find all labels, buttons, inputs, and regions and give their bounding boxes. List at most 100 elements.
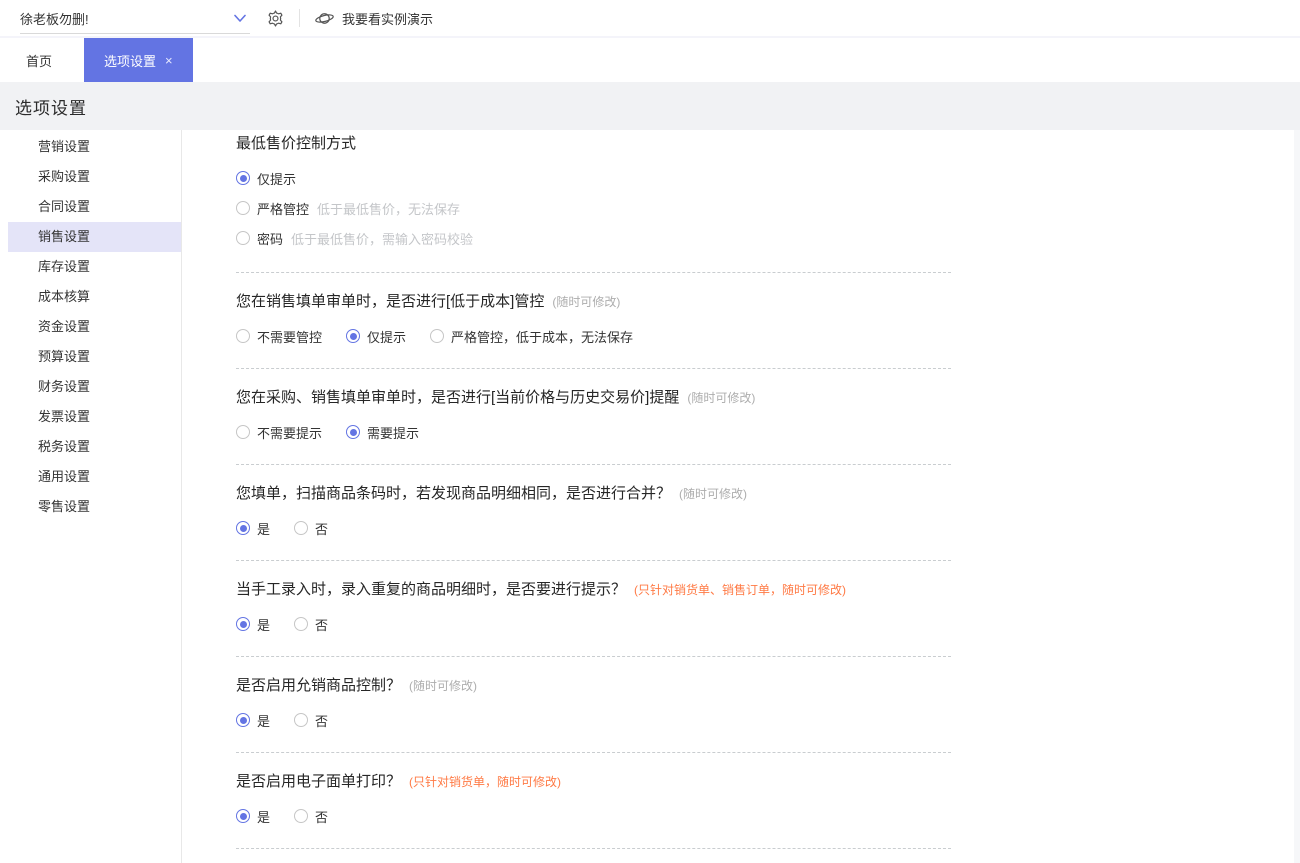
- radio-option[interactable]: 是: [236, 806, 270, 826]
- sidebar-item[interactable]: 财务设置: [8, 372, 181, 402]
- page-title-band: 选项设置: [0, 82, 1300, 130]
- radio-label: 严格管控: [257, 201, 310, 217]
- tab-label: 选项设置: [104, 53, 157, 69]
- settings-panel: 最低售价控制方式 仅提示 严格管控 低于最低售价，无法保存 密码 低于最低售价，需输入密码…: [182, 130, 951, 863]
- demo-link[interactable]: 我要看实例演示: [314, 9, 433, 28]
- option-group: 是否: [236, 614, 951, 634]
- radio-icon[interactable]: [236, 171, 250, 185]
- chevron-down-icon: [234, 14, 246, 22]
- radio-hint: 低于最低售价，无法保存: [317, 201, 461, 217]
- radio-label: 是: [257, 713, 271, 729]
- radio-label: 密码: [257, 231, 284, 247]
- tab-label: 首页: [26, 53, 53, 69]
- radio-option[interactable]: 严格管控 低于最低售价，无法保存: [236, 198, 951, 218]
- option-group: 不需要提示 需要提示: [236, 422, 951, 442]
- radio-option[interactable]: 需要提示: [346, 422, 419, 442]
- content-area: 营销设置 采购设置 合同设置 销售设置 库存设置 成本核算 资金设置 预算设置 财务设置 发票设置…: [0, 130, 1300, 863]
- scrollbar[interactable]: [1294, 130, 1300, 863]
- settings-section: 最低售价控制方式 仅提示 严格管控 低于最低售价，无法保存 密码 低于最低售价，需输入密码…: [236, 134, 951, 273]
- radio-label: 需要提示: [367, 425, 420, 441]
- tab-bar: 首页 选项设置 ×: [0, 38, 1300, 82]
- radio-icon[interactable]: [236, 329, 250, 343]
- radio-label: 仅提示: [367, 329, 407, 345]
- section-title-row: 是否启用允销商品控制？ (随时可修改): [236, 676, 951, 696]
- sidebar-item[interactable]: 零售设置: [8, 492, 181, 522]
- radio-icon[interactable]: [236, 521, 250, 535]
- radio-hint: 低于最低售价，需输入密码校验: [291, 231, 474, 247]
- close-icon[interactable]: ×: [165, 54, 173, 67]
- radio-option[interactable]: 严格管控，低于成本，无法保存: [430, 326, 633, 346]
- radio-option[interactable]: 否: [294, 518, 328, 538]
- settings-button[interactable]: [266, 9, 285, 28]
- tab-home[interactable]: 首页: [12, 38, 66, 82]
- radio-icon[interactable]: [294, 617, 309, 631]
- sidebar-item[interactable]: 预算设置: [8, 342, 181, 372]
- radio-label: 否: [315, 809, 329, 825]
- radio-icon[interactable]: [346, 425, 361, 439]
- radio-label: 不需要管控: [257, 329, 323, 345]
- section-title-row: 当手工录入时，录入重复的商品明细时，是否要进行提示？ (只针对销货单、销售订单，随…: [236, 580, 951, 600]
- radio-icon[interactable]: [236, 713, 250, 727]
- radio-option[interactable]: 是: [236, 614, 270, 634]
- topbar-divider: [299, 9, 300, 27]
- section-title: 是否启用电子面单打印？: [236, 773, 402, 790]
- radio-option[interactable]: 否: [294, 710, 328, 730]
- sidebar-item[interactable]: 库存设置: [8, 252, 181, 282]
- section-hint: (随时可修改): [409, 679, 478, 693]
- radio-label: 不需要提示: [257, 425, 323, 441]
- section-title: 您填单，扫描商品条码时，若发现商品明细相同，是否进行合并？: [236, 485, 672, 502]
- section-hint: (随时可修改): [687, 391, 756, 405]
- radio-option[interactable]: 是: [236, 710, 270, 730]
- company-selector[interactable]: 徐老板勿删!: [20, 4, 250, 34]
- radio-icon[interactable]: [294, 713, 309, 727]
- radio-icon[interactable]: [236, 201, 250, 215]
- radio-icon[interactable]: [236, 809, 250, 823]
- section-hint: (随时可修改): [679, 487, 748, 501]
- radio-icon[interactable]: [346, 329, 361, 343]
- section-title: 您在销售填单审单时，是否进行[低于成本]管控: [236, 293, 545, 310]
- radio-icon[interactable]: [430, 329, 445, 343]
- radio-option[interactable]: 不需要管控: [236, 326, 322, 346]
- gear-icon: [268, 9, 283, 27]
- sidebar-item[interactable]: 销售设置: [8, 222, 181, 252]
- radio-label: 是: [257, 809, 271, 825]
- sidebar-item[interactable]: 采购设置: [8, 162, 181, 192]
- section-title: 您在采购、销售填单审单时，是否进行[当前价格与历史交易价]提醒: [236, 389, 680, 406]
- section-title-row: 是否启用电子面单打印？ (只针对销货单，随时可修改): [236, 772, 951, 792]
- tab-options[interactable]: 选项设置 ×: [84, 38, 193, 82]
- section-hint: (随时可修改): [552, 295, 621, 309]
- settings-section: 您在采购、销售填单审单时，是否进行[当前价格与历史交易价]提醒 (随时可修改) 不需…: [236, 388, 951, 465]
- radio-icon[interactable]: [236, 231, 250, 245]
- radio-option[interactable]: 否: [294, 806, 328, 826]
- radio-option[interactable]: 是: [236, 518, 270, 538]
- radio-option[interactable]: 仅提示: [346, 326, 406, 346]
- radio-icon[interactable]: [294, 809, 309, 823]
- sidebar-item[interactable]: 成本核算: [8, 282, 181, 312]
- radio-label: 严格管控，低于成本，无法保存: [451, 329, 634, 345]
- option-group: 不需要管控 仅提示 严格管控，低于成本，无法保存: [236, 326, 951, 346]
- radio-option[interactable]: 仅提示: [236, 168, 951, 188]
- sidebar-item[interactable]: 合同设置: [8, 192, 181, 222]
- radio-icon[interactable]: [236, 425, 250, 439]
- settings-section: 您填单，扫描商品条码时，若发现商品明细相同，是否进行合并？ (随时可修改) 是 否: [236, 484, 951, 561]
- section-title: 是否启用允销商品控制？: [236, 677, 402, 694]
- radio-label: 否: [315, 521, 329, 537]
- option-group: 是否: [236, 806, 951, 826]
- planet-icon: [315, 12, 334, 24]
- settings-section: 是否启用电子面单打印？ (只针对销货单，随时可修改) 是否: [236, 772, 951, 849]
- sidebar-item[interactable]: 税务设置: [8, 432, 181, 462]
- sidebar-item[interactable]: 资金设置: [8, 312, 181, 342]
- section-title: 当手工录入时，录入重复的商品明细时，是否要进行提示？: [236, 581, 627, 598]
- section-title-row: 您在销售填单审单时，是否进行[低于成本]管控 (随时可修改): [236, 292, 951, 312]
- sidebar-item[interactable]: 通用设置: [8, 462, 181, 492]
- sidebar-item[interactable]: 发票设置: [8, 402, 181, 432]
- radio-option[interactable]: 密码 低于最低售价，需输入密码校验: [236, 228, 951, 248]
- topbar: 徐老板勿删! 我要看实例演示: [0, 0, 1300, 38]
- sidebar-item[interactable]: 营销设置: [8, 132, 181, 162]
- company-name: 徐老板勿删!: [20, 12, 89, 27]
- radio-option[interactable]: 不需要提示: [236, 422, 322, 442]
- radio-icon[interactable]: [236, 617, 250, 631]
- radio-icon[interactable]: [294, 521, 309, 535]
- radio-label: 仅提示: [257, 171, 297, 187]
- radio-option[interactable]: 否: [294, 614, 328, 634]
